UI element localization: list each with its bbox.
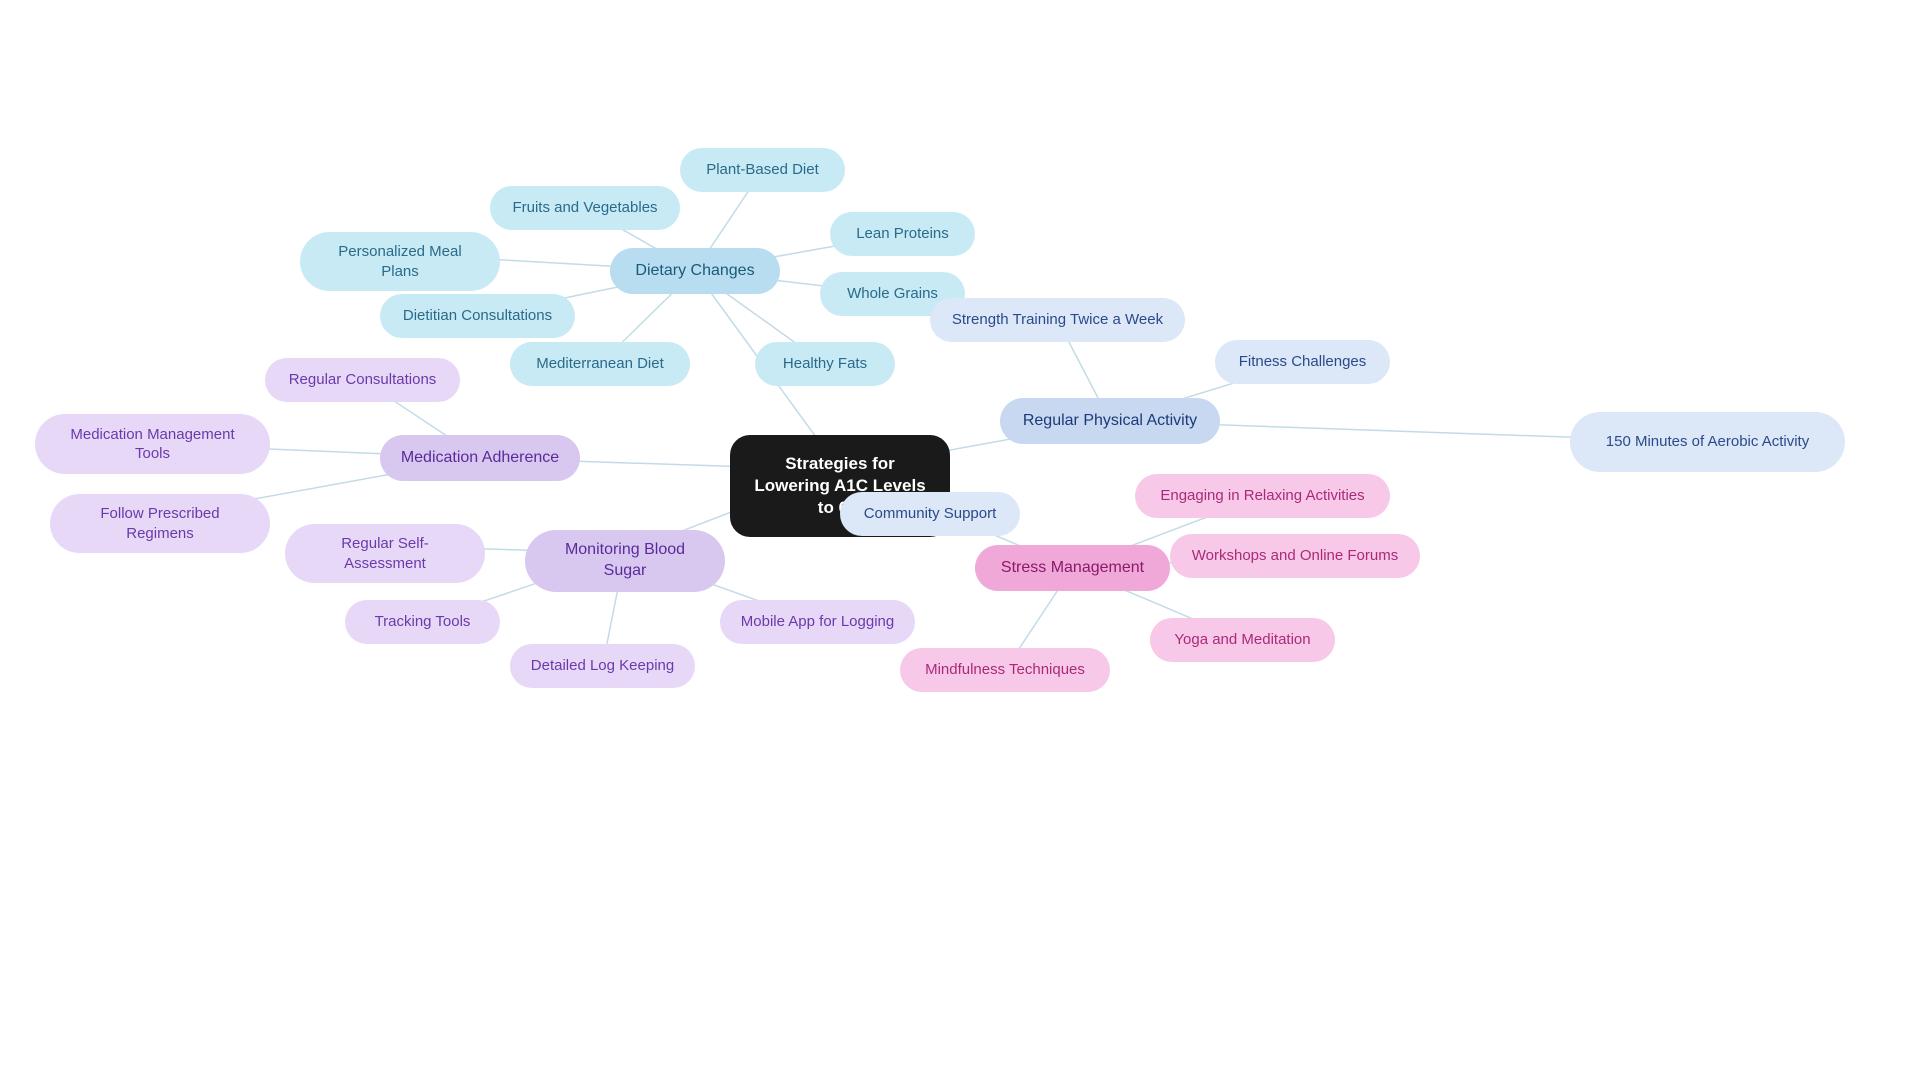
node-regular-consultations: Regular Consultations [265,358,460,402]
node-fruits-vegetables: Fruits and Vegetables [490,186,680,230]
node-strength-training: Strength Training Twice a Week [930,298,1185,342]
node-follow-prescribed-regimens: Follow Prescribed Regimens [50,494,270,553]
node-healthy-fats: Healthy Fats [755,342,895,386]
node-150-minutes-aerobic: 150 Minutes of Aerobic Activity [1570,412,1845,472]
node-regular-self-assessment: Regular Self-Assessment [285,524,485,583]
node-community-support: Community Support [840,492,1020,536]
node-mobile-app-logging: Mobile App for Logging [720,600,915,644]
node-stress-management: Stress Management [975,545,1170,591]
node-detailed-log-keeping: Detailed Log Keeping [510,644,695,688]
node-workshops-forums: Workshops and Online Forums [1170,534,1420,578]
node-medication-management-tools: Medication Management Tools [35,414,270,474]
node-tracking-tools: Tracking Tools [345,600,500,644]
node-dietary-changes: Dietary Changes [610,248,780,294]
node-regular-physical-activity: Regular Physical Activity [1000,398,1220,444]
node-mindfulness-techniques: Mindfulness Techniques [900,648,1110,692]
node-lean-proteins: Lean Proteins [830,212,975,256]
node-dietitian-consultations: Dietitian Consultations [380,294,575,338]
node-monitoring-blood-sugar: Monitoring Blood Sugar [525,530,725,592]
node-fitness-challenges: Fitness Challenges [1215,340,1390,384]
node-personalized-meal-plans: Personalized Meal Plans [300,232,500,291]
node-engaging-relaxing: Engaging in Relaxing Activities [1135,474,1390,518]
node-mediterranean-diet: Mediterranean Diet [510,342,690,386]
node-yoga-meditation: Yoga and Meditation [1150,618,1335,662]
node-medication-adherence: Medication Adherence [380,435,580,481]
node-plant-based-diet: Plant-Based Diet [680,148,845,192]
